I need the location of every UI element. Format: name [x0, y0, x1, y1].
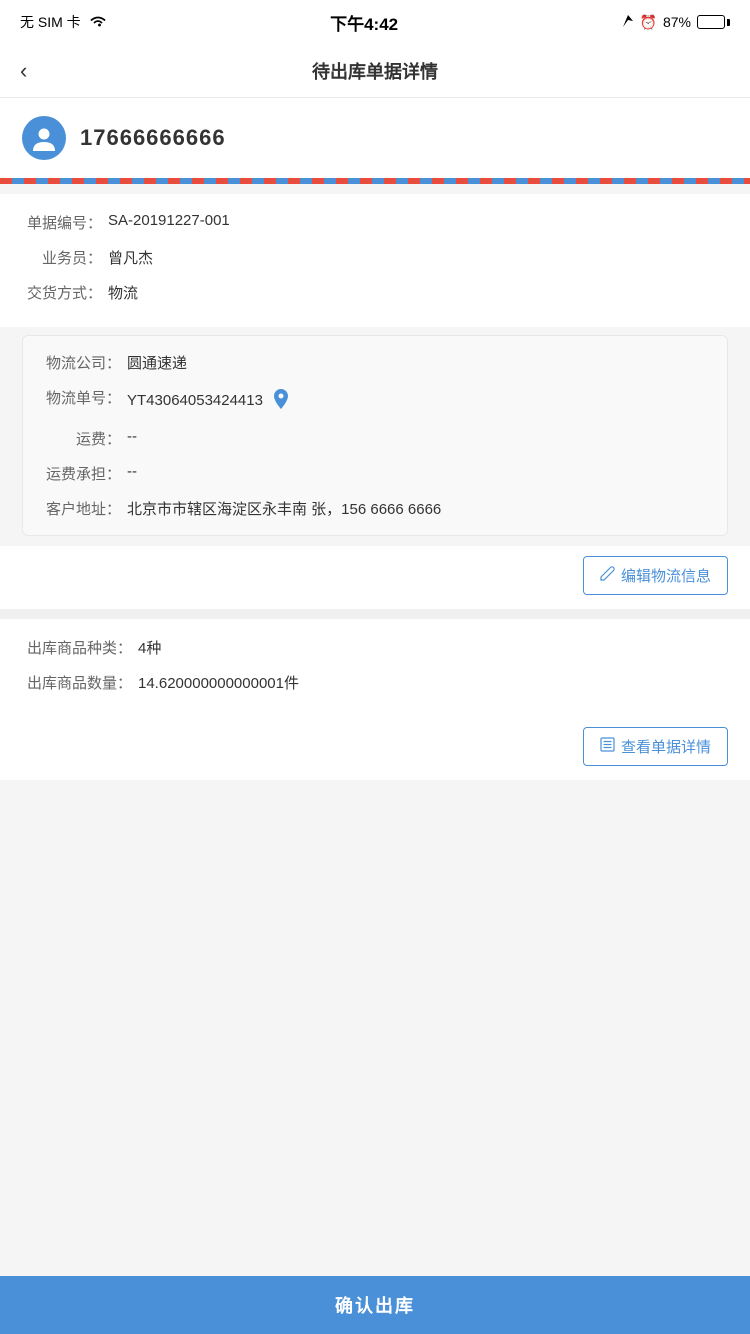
- dashed-divider: [0, 178, 750, 184]
- address-row: 客户地址： 北京市市辖区海淀区永丰南 张，156 6666 6666: [41, 498, 709, 519]
- empty-area: [0, 780, 750, 980]
- battery-percent: 87%: [663, 14, 691, 30]
- order-no-label: 单据编号：: [22, 212, 102, 233]
- tracking-number-text: YT43064053424413: [127, 392, 263, 409]
- edit-logistics-button[interactable]: 编辑物流信息: [583, 556, 728, 595]
- agent-value: 曾凡杰: [108, 247, 728, 268]
- freight-label: 运费：: [41, 428, 121, 449]
- edit-icon: [600, 566, 615, 585]
- goods-quantity-value: 14.620000000000001件: [138, 672, 728, 693]
- carrier-label: 无 SIM 卡: [20, 12, 81, 32]
- freight-bear-label: 运费承担：: [41, 463, 121, 484]
- address-label: 客户地址：: [41, 498, 121, 519]
- alarm-icon: ⏰: [640, 14, 657, 31]
- logistics-tracking-value: YT43064053424413: [127, 387, 709, 414]
- customer-phone: 17666666666: [80, 125, 226, 151]
- address-value: 北京市市辖区海淀区永丰南 张，156 6666 6666: [127, 498, 709, 519]
- section-separator: [0, 609, 750, 619]
- agent-label: 业务员：: [22, 247, 102, 268]
- goods-types-label: 出库商品种类：: [22, 637, 132, 658]
- goods-quantity-row: 出库商品数量： 14.620000000000001件: [22, 672, 728, 693]
- status-right: ⏰ 87%: [622, 14, 730, 31]
- status-bar: 无 SIM 卡 下午4:42 ⏰ 87%: [0, 0, 750, 44]
- view-doc-area: 查看单据详情: [0, 717, 750, 780]
- goods-types-value: 4种: [138, 637, 728, 658]
- logistics-card: 物流公司： 圆通速递 物流单号： YT43064053424413 运费： --…: [22, 335, 728, 536]
- avatar: [22, 116, 66, 160]
- logistics-tracking-label: 物流单号：: [41, 387, 121, 408]
- gps-icon: [622, 14, 634, 31]
- logistics-company-value: 圆通速递: [127, 352, 709, 373]
- wifi-icon: [89, 14, 107, 31]
- logistics-tracking-row: 物流单号： YT43064053424413: [41, 387, 709, 414]
- delivery-row: 交货方式： 物流: [22, 282, 728, 303]
- view-doc-label: 查看单据详情: [621, 736, 711, 757]
- page-title: 待出库单据详情: [312, 58, 438, 84]
- doc-icon: [600, 737, 615, 756]
- view-doc-button[interactable]: 查看单据详情: [583, 727, 728, 766]
- customer-header: 17666666666: [0, 98, 750, 178]
- delivery-value: 物流: [108, 282, 728, 303]
- freight-bear-value: --: [127, 463, 709, 480]
- delivery-label: 交货方式：: [22, 282, 102, 303]
- battery-icon: [697, 15, 730, 29]
- edit-logistics-area: 编辑物流信息: [0, 546, 750, 609]
- confirm-button-area: 确认出库: [0, 1276, 750, 1334]
- back-button[interactable]: ‹: [12, 50, 35, 92]
- status-time: 下午4:42: [330, 10, 398, 35]
- status-left: 无 SIM 卡: [20, 12, 107, 32]
- logistics-company-label: 物流公司：: [41, 352, 121, 373]
- logistics-company-row: 物流公司： 圆通速递: [41, 352, 709, 373]
- freight-row: 运费： --: [41, 428, 709, 449]
- freight-value: --: [127, 428, 709, 445]
- agent-row: 业务员： 曾凡杰: [22, 247, 728, 268]
- location-icon[interactable]: [271, 387, 291, 414]
- order-no-value: SA-20191227-001: [108, 212, 728, 229]
- edit-logistics-label: 编辑物流信息: [621, 565, 711, 586]
- freight-bear-row: 运费承担： --: [41, 463, 709, 484]
- goods-quantity-label: 出库商品数量：: [22, 672, 132, 693]
- confirm-button[interactable]: 确认出库: [0, 1276, 750, 1334]
- nav-bar: ‹ 待出库单据详情: [0, 44, 750, 98]
- order-no-row: 单据编号： SA-20191227-001: [22, 212, 728, 233]
- goods-section: 出库商品种类： 4种 出库商品数量： 14.620000000000001件: [0, 619, 750, 717]
- goods-types-row: 出库商品种类： 4种: [22, 637, 728, 658]
- content-area: 17666666666 单据编号： SA-20191227-001 业务员： 曾…: [0, 98, 750, 1038]
- order-info-section: 单据编号： SA-20191227-001 业务员： 曾凡杰 交货方式： 物流: [0, 194, 750, 327]
